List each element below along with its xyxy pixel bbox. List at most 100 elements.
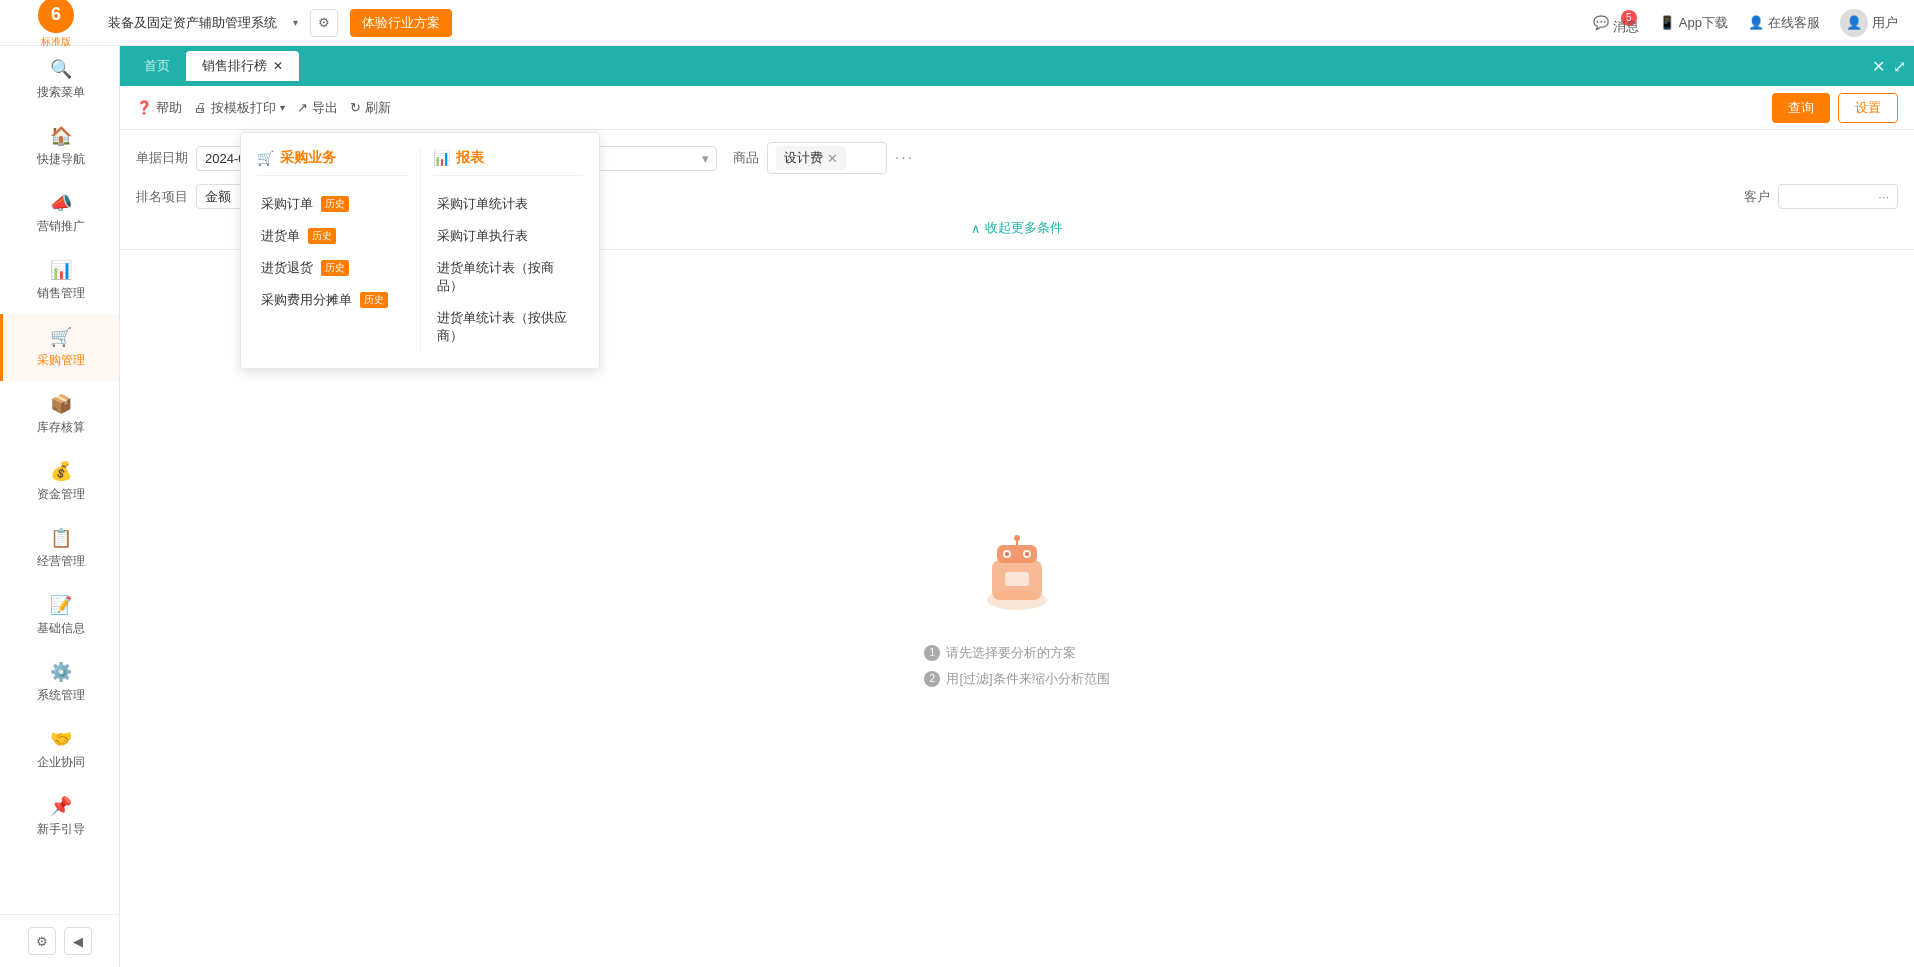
empty-icon-area [967, 525, 1067, 628]
sidebar-collapse-btn[interactable]: ◀ [64, 927, 92, 955]
sidebar-item-guide[interactable]: 📌 新手引导 [0, 783, 119, 850]
export-icon: ↗ [297, 100, 308, 115]
sidebar-item-enterprise[interactable]: 🤝 企业协同 [0, 716, 119, 783]
sidebar-item-purchase[interactable]: 🛒 采购管理 [0, 314, 119, 381]
online-service-action[interactable]: 👤 在线客服 [1748, 14, 1820, 32]
tab-window-close-icon[interactable]: ✕ [1872, 57, 1885, 76]
sidebar-item-quick-nav[interactable]: 🏠 快捷导航 [0, 113, 119, 180]
sidebar: 🔍 搜索菜单 🏠 快捷导航 📣 营销推广 📊 销售管理 🛒 采购管理 📦 [0, 46, 120, 967]
goods-label: 商品 [733, 149, 759, 167]
top-header: 6 标准版 装备及固定资产辅助管理系统 ▾ ⚙ 体验行业方案 💬 5 消息 📱 … [0, 0, 1914, 46]
industry-btn[interactable]: 体验行业方案 [350, 9, 452, 37]
hint-text-2: 用[过滤]条件来缩小分析范围 [946, 666, 1109, 692]
search-icon: 🔍 [50, 58, 72, 80]
report-col-label: 报表 [456, 149, 484, 167]
tab-home[interactable]: 首页 [128, 51, 186, 81]
tab-sales-rank[interactable]: 销售排行榜 ✕ [186, 51, 299, 81]
user-label: 用户 [1872, 14, 1898, 32]
sales-icon: 📊 [50, 259, 72, 281]
purchase-icon: 🛒 [50, 326, 72, 348]
sidebar-settings-btn[interactable]: ⚙ [28, 927, 56, 955]
inventory-icon: 📦 [50, 393, 72, 415]
customer-dots: ··· [1878, 189, 1889, 204]
print-dropdown-icon[interactable]: ▾ [280, 102, 285, 113]
sidebar-item-base-info[interactable]: 📝 基础信息 [0, 582, 119, 649]
dropdown-item-si-by-supplier[interactable]: 进货单统计表（按供应商） [433, 302, 584, 352]
dropdown-item-po-exec[interactable]: 采购订单执行表 [433, 220, 584, 252]
message-label: 消息 [1613, 18, 1639, 36]
dropdown-item-stock-return[interactable]: 进货退货 历史 [257, 252, 408, 284]
print-icon: 🖨 [194, 100, 207, 115]
collapse-arrow-icon: ∧ [971, 221, 981, 236]
hint-num-2: 2 [924, 671, 940, 687]
sidebar-item-search[interactable]: 🔍 搜索菜单 [0, 46, 119, 113]
po-stat-label: 采购订单统计表 [437, 195, 528, 213]
export-label: 导出 [312, 99, 338, 117]
dropdown-item-purchase-cost[interactable]: 采购费用分摊单 历史 [257, 284, 408, 316]
sidebar-label-finance: 资金管理 [37, 486, 85, 503]
marketing-icon: 📣 [50, 192, 72, 214]
collapse-label: 收起更多条件 [985, 219, 1063, 237]
dropdown-item-po-stat[interactable]: 采购订单统计表 [433, 188, 584, 220]
sidebar-item-marketing[interactable]: 📣 营销推广 [0, 180, 119, 247]
purchase-col-icon: 🛒 [257, 150, 274, 166]
settings-btn[interactable]: ⚙ [310, 9, 338, 37]
sidebar-item-operations[interactable]: 📋 经营管理 [0, 515, 119, 582]
title-dropdown-icon[interactable]: ▾ [293, 17, 298, 28]
sidebar-label-system: 系统管理 [37, 687, 85, 704]
help-label: 帮助 [156, 99, 182, 117]
filter-customer: 客户 ··· [1744, 184, 1898, 209]
help-action[interactable]: ❓ 帮助 [136, 99, 182, 117]
sidebar-label-operations: 经营管理 [37, 553, 85, 570]
svg-point-6 [1025, 552, 1029, 556]
dropdown-item-purchase-order[interactable]: 采购订单 历史 [257, 188, 408, 220]
goods-tag: 设计费 ✕ [776, 146, 846, 170]
empty-text: 1 请先选择要分析的方案 2 用[过滤]条件来缩小分析范围 [924, 640, 1109, 692]
help-icon: ❓ [136, 100, 152, 115]
sidebar-bottom: ⚙ ◀ [0, 914, 119, 967]
sidebar-item-system[interactable]: ⚙️ 系统管理 [0, 649, 119, 716]
report-col: 📊 报表 采购订单统计表 采购订单执行表 进货单统计表（按商品） 进货单统计表（… [433, 149, 584, 352]
sidebar-label-baseinfo: 基础信息 [37, 620, 85, 637]
sidebar-label-guide: 新手引导 [37, 821, 85, 838]
goods-tag-label: 设计费 [784, 149, 823, 167]
query-btn[interactable]: 查询 [1772, 93, 1830, 123]
hist-badge-3: 历史 [360, 292, 388, 308]
report-col-title: 📊 报表 [433, 149, 584, 176]
sidebar-item-inventory[interactable]: 📦 库存核算 [0, 381, 119, 448]
goods-more-dots[interactable]: ··· [895, 149, 914, 167]
svg-point-5 [1005, 552, 1009, 556]
avatar: 👤 [1840, 9, 1868, 37]
sidebar-item-finance[interactable]: 💰 资金管理 [0, 448, 119, 515]
hist-badge-1: 历史 [308, 228, 336, 244]
user-action[interactable]: 👤 用户 [1840, 9, 1898, 37]
purchase-col: 🛒 采购业务 采购订单 历史 进货单 历史 进货退货 历史 [257, 149, 408, 352]
tab-fullscreen-icon[interactable]: ⤢ [1893, 57, 1906, 76]
app-download-action[interactable]: 📱 App下载 [1659, 14, 1728, 32]
report-col-icon: 📊 [433, 150, 450, 166]
setting-btn[interactable]: 设置 [1838, 93, 1898, 123]
goods-tag-close[interactable]: ✕ [827, 151, 838, 166]
tab-close-icon[interactable]: ✕ [273, 59, 283, 73]
dropdown-item-si-by-goods[interactable]: 进货单统计表（按商品） [433, 252, 584, 302]
home-icon: 🏠 [50, 125, 72, 147]
print-action[interactable]: 🖨 按模板打印 ▾ [194, 99, 285, 117]
base-info-icon: 📝 [50, 594, 72, 616]
export-action[interactable]: ↗ 导出 [297, 99, 338, 117]
app-root: 6 标准版 装备及固定资产辅助管理系统 ▾ ⚙ 体验行业方案 💬 5 消息 📱 … [0, 0, 1914, 967]
message-icon: 💬 [1593, 15, 1609, 30]
purchase-col-label: 采购业务 [280, 149, 336, 167]
refresh-action[interactable]: ↻ 刷新 [350, 99, 391, 117]
customer-input[interactable]: ··· [1778, 184, 1898, 209]
sidebar-label-marketing: 营销推广 [37, 218, 85, 235]
rank-item-label: 排名项目 [136, 188, 188, 206]
sidebar-label-search: 搜索菜单 [37, 84, 85, 101]
sidebar-item-sales[interactable]: 📊 销售管理 [0, 247, 119, 314]
goods-input-area[interactable]: 设计费 ✕ [767, 142, 887, 174]
svg-rect-7 [1005, 572, 1029, 586]
dropdown-item-stock-in[interactable]: 进货单 历史 [257, 220, 408, 252]
message-action[interactable]: 💬 5 消息 [1593, 10, 1639, 36]
toolbar: ❓ 帮助 🖨 按模板打印 ▾ ↗ 导出 ↻ 刷新 查询 [120, 86, 1914, 130]
logo-sub: 标准版 [41, 35, 71, 49]
refresh-label: 刷新 [365, 99, 391, 117]
